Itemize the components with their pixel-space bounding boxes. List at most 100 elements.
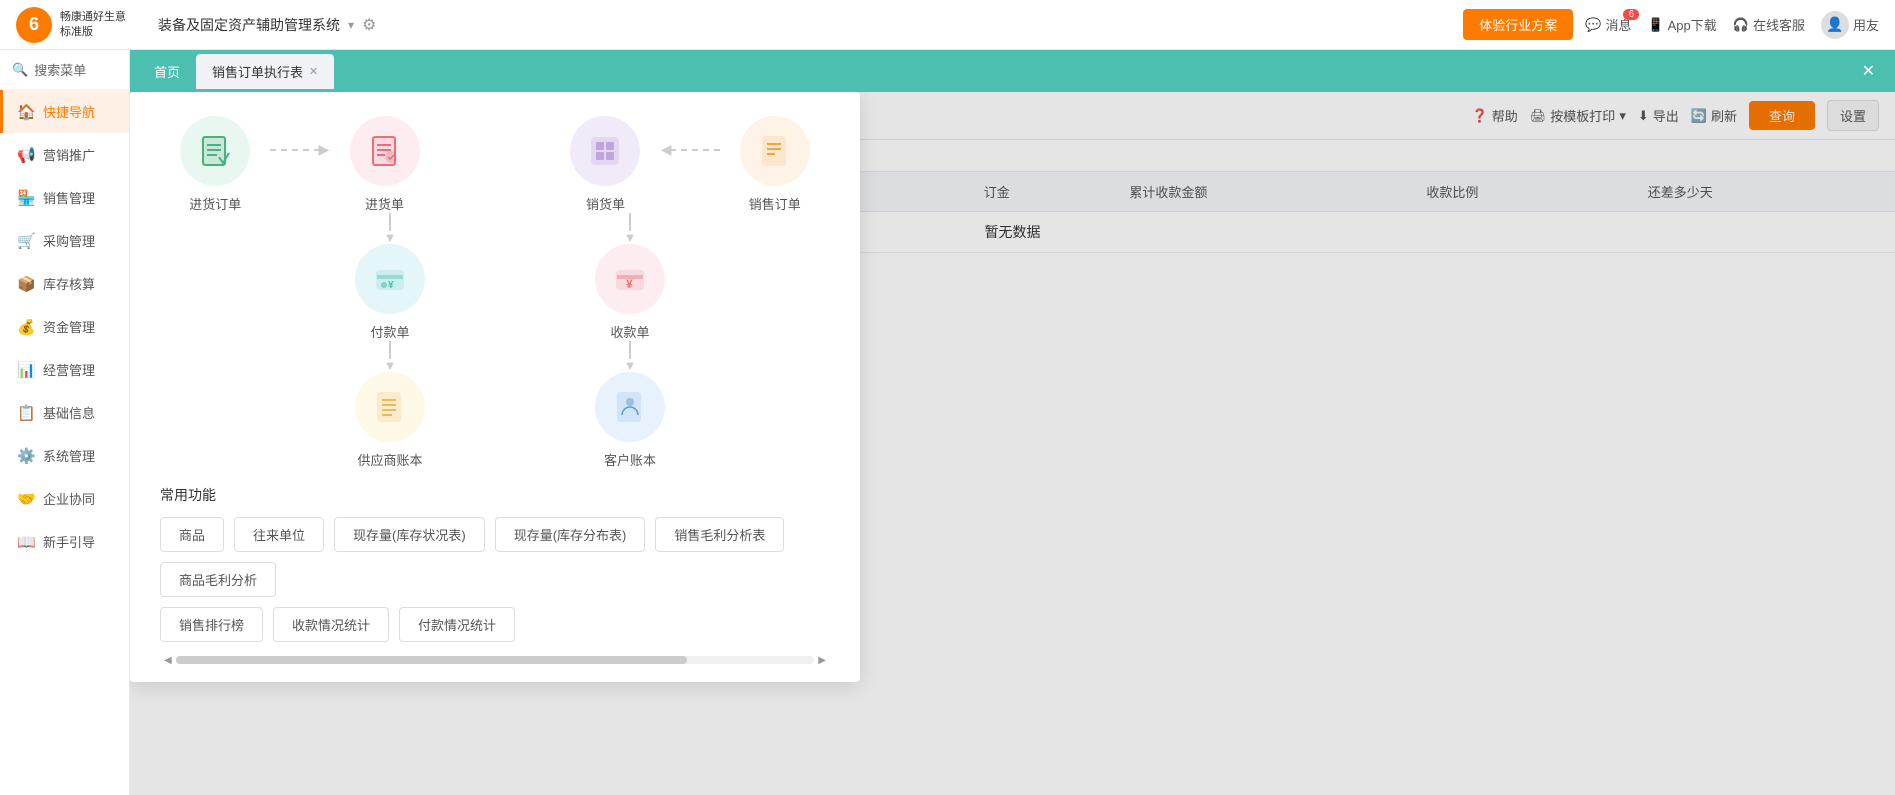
- user-name: 用友: [1853, 15, 1879, 34]
- experience-btn[interactable]: 体验行业方案: [1463, 9, 1573, 40]
- flow-receipt[interactable]: ¥ 收款单: [570, 244, 690, 341]
- func-row-2: 销售排行榜 收款情况统计 付款情况统计: [160, 607, 830, 642]
- app-container: 6 畅康通好生意 标准版 装备及固定资产辅助管理系统 ▾ ⚙ 体验行业方案 💬 …: [0, 0, 1895, 795]
- flow-supplier-ledger[interactable]: 供应商账本: [330, 372, 450, 469]
- purchase-order-circle: [180, 116, 250, 186]
- sidebar-label-finance: 资金管理: [43, 317, 95, 336]
- user-item[interactable]: 👤 用友: [1821, 11, 1879, 39]
- online-service-item[interactable]: 🎧 在线客服: [1733, 15, 1805, 34]
- flow-purchase-bill[interactable]: 进货单: [329, 116, 439, 213]
- flow-payment[interactable]: ¥ 付款单: [330, 244, 450, 341]
- sales-order-circle: [740, 116, 810, 186]
- func-row-1: 商品 往来单位 现存量(库存状况表) 现存量(库存分布表) 销售毛利分析表 商品…: [160, 517, 830, 597]
- scrollbar-track[interactable]: [176, 656, 815, 664]
- export-icon: ⬇: [1638, 108, 1649, 124]
- sidebar-label-operations: 经营管理: [43, 360, 95, 379]
- func-btn-receipt-stats[interactable]: 收款情况统计: [273, 607, 389, 642]
- arrow-down-sales: ▼: [570, 213, 690, 244]
- scrollbar-thumb[interactable]: [176, 656, 687, 664]
- sidebar-item-quick-nav[interactable]: 🏠 快捷导航: [0, 90, 129, 133]
- logo-icon: 6: [16, 7, 52, 43]
- sidebar-item-basic-info[interactable]: 📋 基础信息: [0, 391, 129, 434]
- workflow-row4-arrows: ▼ ▼: [160, 341, 830, 372]
- sales-order-label: 销售订单: [749, 194, 801, 213]
- setting-btn[interactable]: 设置: [1827, 100, 1879, 131]
- workflow-row2-arrows: ▼ ▼: [160, 213, 830, 244]
- func-btn-stock-dist[interactable]: 现存量(库存分布表): [495, 517, 646, 552]
- print-arrow-icon: ▾: [1619, 108, 1626, 124]
- print-btn[interactable]: 🖨 按模板打印 ▾: [1530, 106, 1626, 125]
- tab-bar: 首页 销售订单执行表 ✕ ✕: [130, 50, 1895, 92]
- phone-icon: 📱: [1647, 17, 1663, 33]
- print-label: 按模板打印: [1550, 106, 1615, 125]
- inventory-icon: 📦: [17, 275, 35, 293]
- sidebar-item-system[interactable]: ⚙️ 系统管理: [0, 434, 129, 477]
- print-icon: 🖨: [1530, 108, 1547, 124]
- sidebar-label-enterprise: 企业协同: [43, 489, 95, 508]
- th-receipt-ratio: 收款比例: [1414, 172, 1635, 212]
- tab-close-icon[interactable]: ✕: [309, 65, 318, 78]
- app-download-label: App下载: [1668, 15, 1717, 34]
- func-btn-goods[interactable]: 商品: [160, 517, 224, 552]
- sidebar-item-finance[interactable]: 💰 资金管理: [0, 305, 129, 348]
- sidebar-item-guide[interactable]: 📖 新手引导: [0, 520, 129, 563]
- logo-char: 6: [29, 14, 39, 35]
- message-badge: 6: [1623, 9, 1639, 20]
- func-btn-sales-profit[interactable]: 销售毛利分析表: [655, 517, 784, 552]
- func-btn-partners[interactable]: 往来单位: [234, 517, 324, 552]
- arrow-down-purchase: ▼: [330, 213, 450, 244]
- sidebar-label-basic-info: 基础信息: [43, 403, 95, 422]
- customer-ledger-label: 客户账本: [604, 450, 656, 469]
- system-icon: ⚙️: [17, 447, 35, 465]
- sidebar-item-marketing[interactable]: 📢 营销推广: [0, 133, 129, 176]
- purchase-bill-label: 进货单: [365, 194, 404, 213]
- query-btn[interactable]: 查询: [1749, 101, 1815, 130]
- flow-sales-bill[interactable]: 销货单: [550, 116, 660, 213]
- scroll-left-btn[interactable]: ◀: [160, 655, 176, 666]
- toolbar-right: ❓ 帮助 🖨 按模板打印 ▾ ⬇ 导出 🔄: [1472, 100, 1879, 131]
- flow-customer-ledger[interactable]: 客户账本: [570, 372, 690, 469]
- help-btn[interactable]: ❓ 帮助: [1472, 106, 1518, 125]
- payment-circle: ¥: [355, 244, 425, 314]
- gear-icon[interactable]: ⚙: [362, 15, 376, 35]
- window-close-btn[interactable]: ✕: [1850, 61, 1887, 81]
- func-btn-sales-rank[interactable]: 销售排行榜: [160, 607, 263, 642]
- app-download-item[interactable]: 📱 App下载: [1647, 15, 1716, 34]
- tab-sales-order[interactable]: 销售订单执行表 ✕: [196, 54, 334, 89]
- spacer-arrow: [280, 213, 330, 244]
- help-icon: ❓: [1472, 108, 1488, 124]
- message-item[interactable]: 💬 消息 6: [1585, 15, 1631, 34]
- top-right: 💬 消息 6 📱 App下载 🎧 在线客服 👤 用友: [1585, 11, 1879, 39]
- func-btn-payment-stats[interactable]: 付款情况统计: [399, 607, 515, 642]
- tab-content: 📅 ~ 📅 单据状态 ▾ ❓ 帮助: [130, 92, 1895, 795]
- func-btn-goods-profit[interactable]: 商品毛利分析: [160, 562, 276, 597]
- logo-text: 畅康通好生意 标准版: [60, 10, 126, 39]
- sales-bill-label: 销货单: [586, 194, 625, 213]
- sidebar-item-enterprise[interactable]: 🤝 企业协同: [0, 477, 129, 520]
- workflow-row1: 进货订单 ▶ 进货单: [160, 116, 830, 213]
- sidebar-item-inventory[interactable]: 📦 库存核算: [0, 262, 129, 305]
- system-arrow-icon[interactable]: ▾: [348, 18, 354, 32]
- sidebar-item-sales[interactable]: 🏪 销售管理: [0, 176, 129, 219]
- sidebar-label-guide: 新手引导: [43, 532, 95, 551]
- sidebar-label-system: 系统管理: [43, 446, 95, 465]
- common-funcs: 常用功能 商品 往来单位 现存量(库存状况表) 现存量(库存分布表) 销售毛利分…: [160, 485, 830, 642]
- func-btn-stock-status[interactable]: 现存量(库存状况表): [334, 517, 485, 552]
- tab-home[interactable]: 首页: [138, 54, 196, 89]
- refresh-btn[interactable]: 🔄 刷新: [1691, 106, 1737, 125]
- flow-purchase-order[interactable]: 进货订单: [160, 116, 270, 213]
- flow-sales-order[interactable]: 销售订单: [720, 116, 830, 213]
- message-icon: 💬: [1585, 17, 1601, 33]
- basic-info-icon: 📋: [17, 404, 35, 422]
- system-name: 装备及固定资产辅助管理系统: [158, 15, 340, 35]
- sidebar-item-operations[interactable]: 📊 经营管理: [0, 348, 129, 391]
- export-btn[interactable]: ⬇ 导出: [1638, 106, 1679, 125]
- sidebar-item-purchase[interactable]: 🛒 采购管理: [0, 219, 129, 262]
- scroll-right-btn[interactable]: ▶: [814, 655, 830, 666]
- guide-icon: 📖: [17, 533, 35, 551]
- vline4-arrow: ▼: [624, 359, 637, 372]
- receipt-label: 收款单: [610, 322, 649, 341]
- search-menu[interactable]: 🔍 搜索菜单: [0, 50, 129, 90]
- sidebar-label-purchase: 采购管理: [43, 231, 95, 250]
- search-icon: 🔍: [12, 62, 28, 78]
